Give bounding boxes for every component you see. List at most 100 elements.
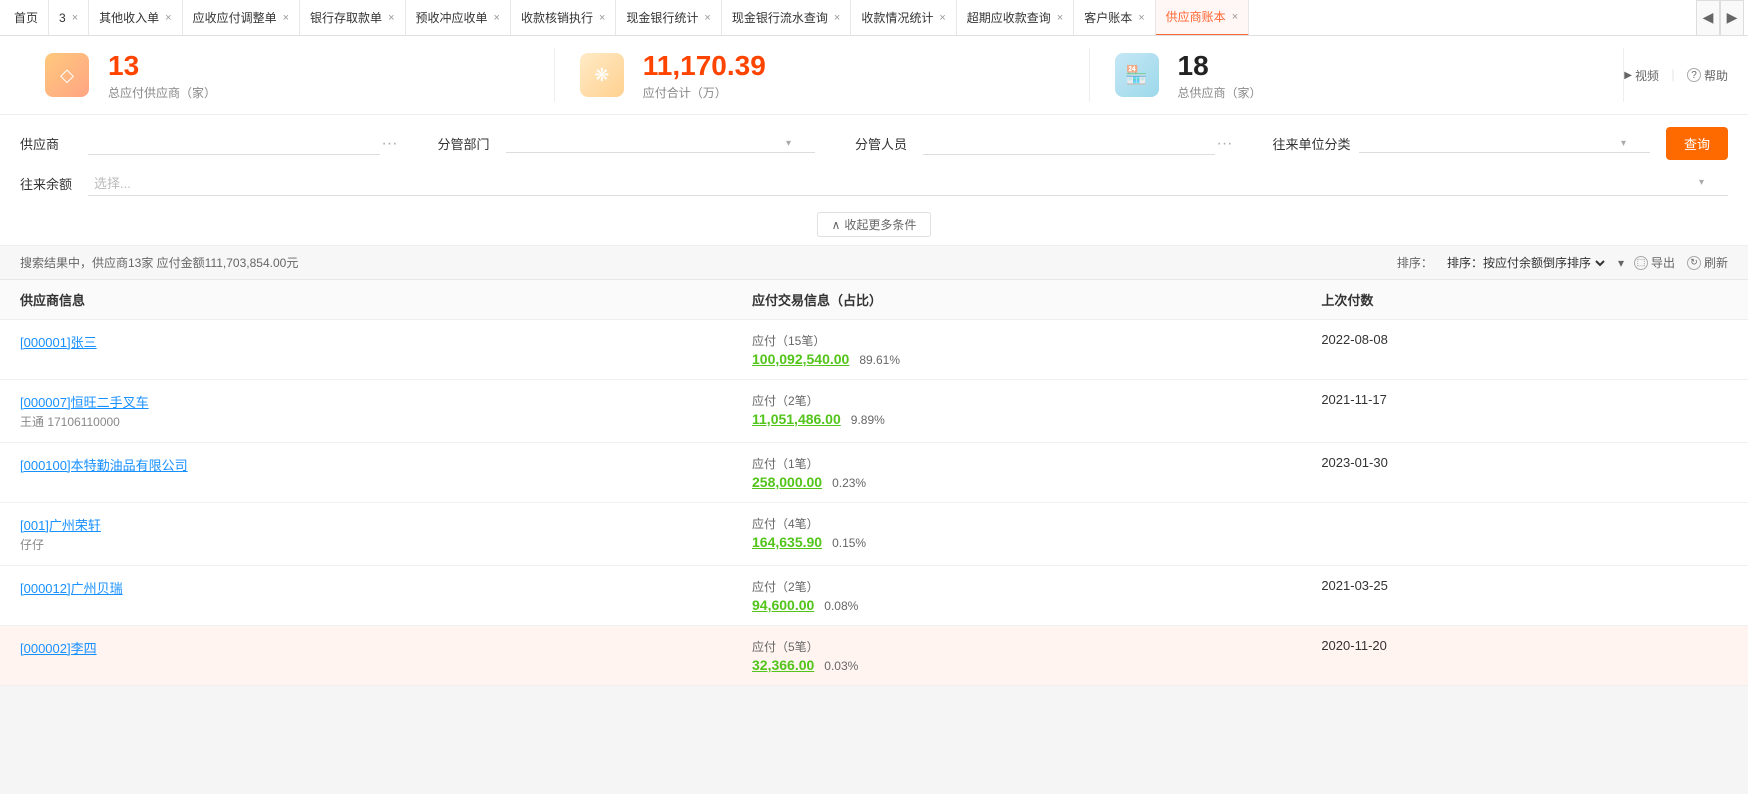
summary-item-total-suppliers: 🏪 18 总供应商（家） [1090,48,1625,102]
nav-tab-cash-bank-stat[interactable]: 现金银行统计 × [616,0,721,36]
filter-category: 往来单位分类 ▾ [1273,134,1651,153]
tx-label: 应付（2笔） [752,578,1321,595]
col-header-last-payment: 上次付数 [1321,290,1728,309]
supplier-label: 供应商 [20,134,80,153]
supplier-info: [000100]本特勤油品有限公司 [20,455,752,474]
tx-info: 应付（15笔） 100,092,540.00 89.61% [752,332,1321,367]
diamond-icon: ◇ [40,48,94,102]
last-payment: 2022-08-08 [1321,332,1728,347]
tx-amount[interactable]: 32,366.00 [752,657,814,673]
supplier-info: [000001]张三 [20,332,752,351]
nav-tab-ar-ap-adjust[interactable]: 应收应付调整单 × [183,0,300,36]
close-icon[interactable]: × [939,12,945,24]
close-icon[interactable]: × [1232,11,1238,23]
supplier-info: [000007]恒旺二手叉车 王通 17106110000 [20,392,752,430]
tx-pct: 0.15% [832,536,866,550]
table-row: [000012]广州贝瑞 应付（2笔） 94,600.00 0.08% 2021… [0,566,1748,626]
video-link[interactable]: ▶ 视频 [1624,67,1659,84]
table-row: [000001]张三 应付（15笔） 100,092,540.00 89.61%… [0,320,1748,380]
query-button[interactable]: 查询 [1666,127,1728,160]
refresh-button[interactable]: ↻ 刷新 [1687,254,1728,271]
person-input[interactable] [923,133,1215,155]
sort-select[interactable]: 排序：按应付余额倒序排序 [1443,255,1608,271]
summary-text-3: 18 总供应商（家） [1178,49,1262,102]
person-dots-icon[interactable]: ··· [1217,135,1233,153]
payable-total-value: 11,170.39 [643,49,766,83]
category-label: 往来单位分类 [1273,134,1351,153]
person-label: 分管人员 [855,134,915,153]
supplier-link[interactable]: [000100]本特勤油品有限公司 [20,455,752,474]
tx-pct: 0.03% [824,659,858,673]
tx-row: 94,600.00 0.08% [752,595,1321,613]
col-header-supplier: 供应商信息 [20,290,752,309]
nav-tab-other-income[interactable]: 其他收入单 × [89,0,182,36]
filter-person: 分管人员 ··· [855,133,1233,155]
tx-amount[interactable]: 94,600.00 [752,597,814,613]
table-row: [000002]李四 应付（5笔） 32,366.00 0.03% 2020-1… [0,626,1748,686]
department-select[interactable]: ▾ [506,135,816,153]
export-button[interactable]: ⬚ 导出 [1634,254,1675,271]
help-icon: ? [1687,68,1701,82]
close-icon[interactable]: × [1057,12,1063,24]
tx-pct: 0.08% [824,599,858,613]
nav-tab-receipt-stat[interactable]: 收款情况统计 × [851,0,956,36]
collapse-button[interactable]: ∧ 收起更多条件 [817,212,932,237]
sort-label: 排序： [1397,254,1433,271]
nav-tab-bank-deposit[interactable]: 银行存取款单 × [300,0,405,36]
close-icon[interactable]: × [72,12,78,24]
supplier-input[interactable] [88,133,380,155]
close-icon[interactable]: × [834,12,840,24]
results-bar: 搜索结果中，供应商13家 应付金额111,703,854.00元 排序： 排序：… [0,246,1748,280]
col-header-tx: 应付交易信息（占比） [752,290,1321,309]
balance-label: 往来余额 [20,174,80,193]
supplier-link[interactable]: [001]广州荣轩 [20,515,752,534]
nav-tab-home[interactable]: 首页 [4,0,49,36]
close-icon[interactable]: × [704,12,710,24]
close-icon[interactable]: × [494,12,500,24]
close-icon[interactable]: × [388,12,394,24]
last-payment: 2021-11-17 [1321,392,1728,407]
last-payment: 2021-03-25 [1321,578,1728,593]
filter-area: 供应商 ··· 分管部门 ▾ 分管人员 ··· 往来单位分类 ▾ [0,115,1748,246]
tx-label: 应付（2笔） [752,392,1321,409]
nav-arrow-left[interactable]: ◀ [1696,0,1720,36]
tx-row: 11,051,486.00 9.89% [752,409,1321,427]
nav-tab-advance-offset[interactable]: 预收冲应收单 × [406,0,511,36]
nav-arrow-right[interactable]: ▶ [1720,0,1744,36]
supplier-dots-icon[interactable]: ··· [382,135,398,153]
nav-tab-cash-flow-query[interactable]: 现金银行流水查询 × [722,0,851,36]
total-suppliers-count: 18 [1178,49,1262,83]
close-icon[interactable]: × [1138,12,1144,24]
tx-amount[interactable]: 164,635.90 [752,534,822,550]
supplier-link[interactable]: [000007]恒旺二手叉车 [20,392,752,411]
tx-amount[interactable]: 11,051,486.00 [752,411,841,427]
close-icon[interactable]: × [283,12,289,24]
nav-arrows: ◀ ▶ [1696,0,1744,36]
tx-pct: 89.61% [859,353,900,367]
help-link[interactable]: ? 帮助 [1687,67,1728,84]
tx-label: 应付（15笔） [752,332,1321,349]
tx-amount[interactable]: 100,092,540.00 [752,351,849,367]
tx-info: 应付（1笔） 258,000.00 0.23% [752,455,1321,490]
nav-tab-receipt-verify[interactable]: 收款核销执行 × [511,0,616,36]
tx-pct: 0.23% [832,476,866,490]
shop-icon: 🏪 [1110,48,1164,102]
table-header: 供应商信息 应付交易信息（占比） 上次付数 [0,280,1748,320]
filter-row-1: 供应商 ··· 分管部门 ▾ 分管人员 ··· 往来单位分类 ▾ [20,127,1728,160]
nav-tab-customer-ledger[interactable]: 客户账本 × [1074,0,1155,36]
separator: ｜ [1667,67,1679,84]
close-icon[interactable]: × [165,12,171,24]
nav-tab-3[interactable]: 3 × [49,0,89,36]
nav-tab-overdue-ar[interactable]: 超期应收款查询 × [957,0,1074,36]
tx-amount[interactable]: 258,000.00 [752,474,822,490]
collapse-bar: ∧ 收起更多条件 [20,206,1728,245]
close-icon[interactable]: × [599,12,605,24]
filter-row-2: 往来余额 选择... ▾ [20,170,1728,196]
supplier-link[interactable]: [000012]广州贝瑞 [20,578,752,597]
balance-select[interactable]: 选择... ▾ [88,170,1728,196]
category-select[interactable]: ▾ [1359,135,1650,153]
supplier-link[interactable]: [000002]李四 [20,638,752,657]
supplier-link[interactable]: [000001]张三 [20,332,752,351]
nav-tab-supplier-ledger[interactable]: 供应商账本 × [1156,0,1249,36]
tx-label: 应付（5笔） [752,638,1321,655]
